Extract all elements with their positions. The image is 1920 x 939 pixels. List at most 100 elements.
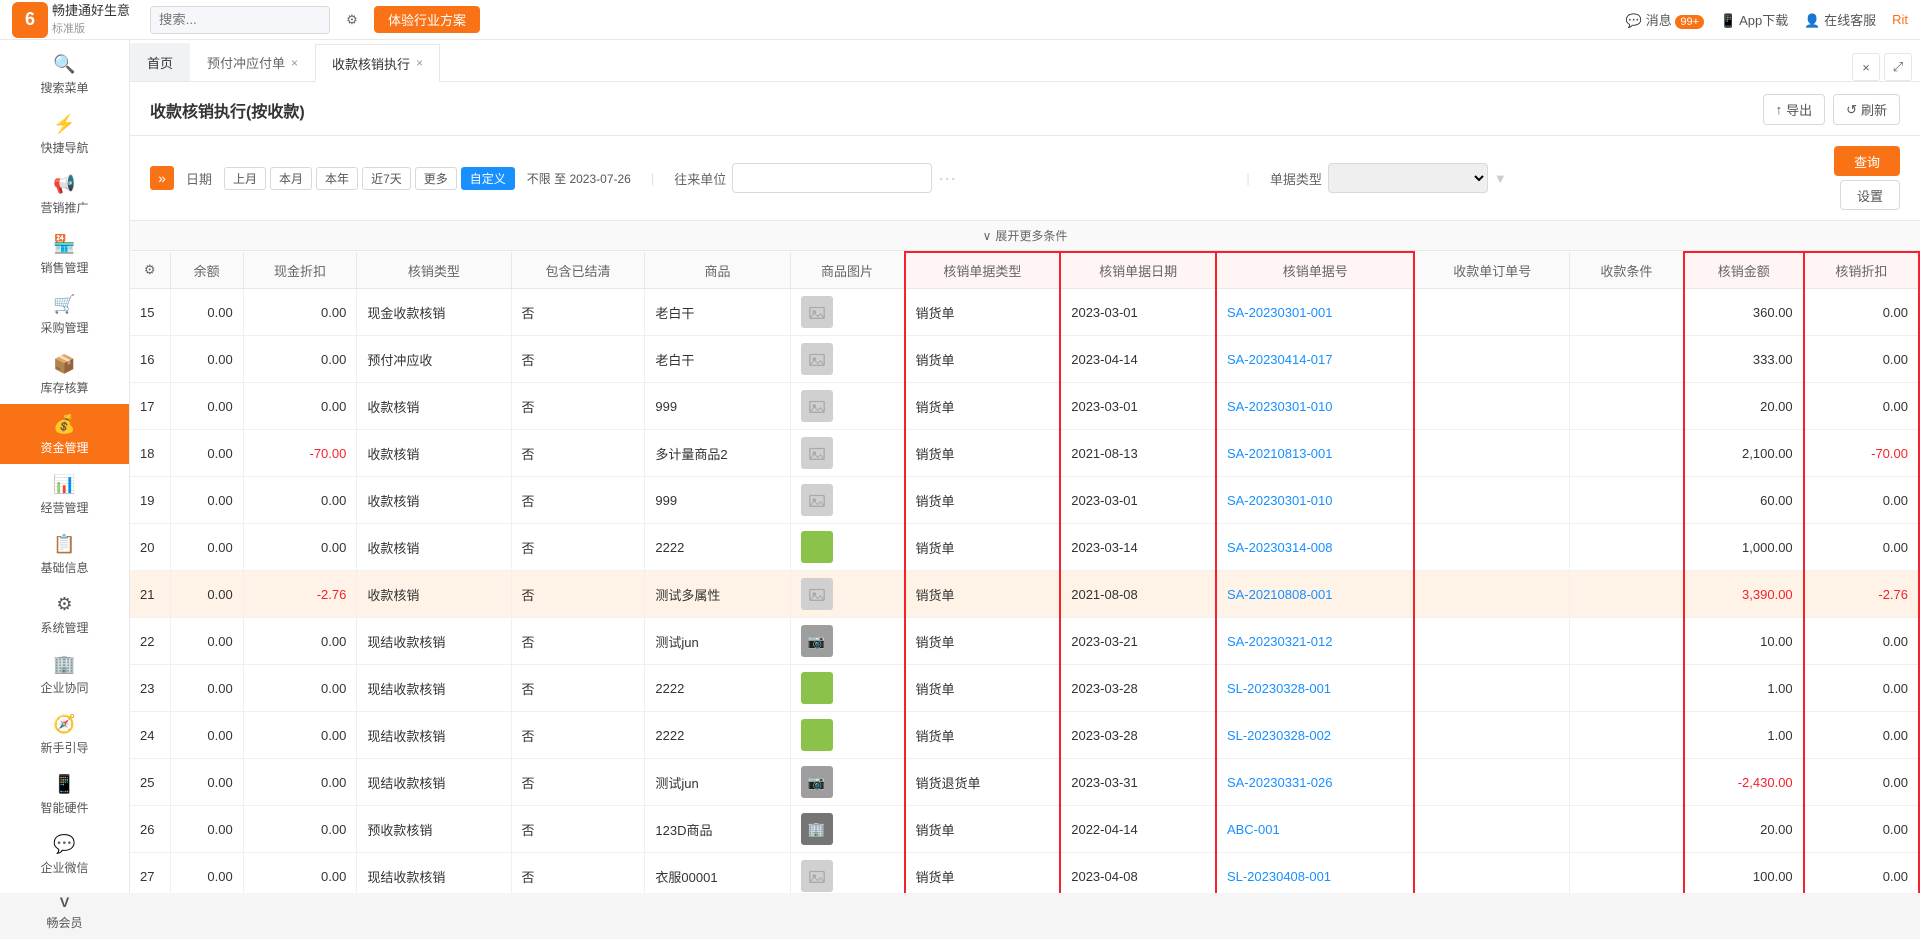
verify-bill-no-cell[interactable]: SA-20230414-017	[1216, 336, 1415, 383]
unit-filter-input[interactable]	[732, 163, 932, 193]
cash-discount-cell: 0.00	[243, 618, 357, 665]
sidebar-item-marketing[interactable]: 📢 营销推广	[0, 164, 129, 224]
query-button[interactable]: 查询	[1834, 146, 1900, 176]
bill-no-link[interactable]: SA-20230321-012	[1227, 634, 1333, 649]
sidebar-item-business[interactable]: 📊 经营管理	[0, 464, 129, 524]
tab-home[interactable]: 首页	[130, 43, 190, 81]
verify-bill-no-cell[interactable]: SA-20210813-001	[1216, 430, 1415, 477]
expand-conditions-btn[interactable]: ∨ 展开更多条件	[983, 227, 1068, 244]
row-number: 18	[130, 430, 170, 477]
wechat-icon: 💬	[53, 834, 75, 855]
product-image-cell	[790, 853, 904, 894]
balance-cell: 0.00	[170, 571, 243, 618]
bill-no-link[interactable]: SA-20210808-001	[1227, 587, 1333, 602]
product-image-cell	[790, 524, 904, 571]
table-row: 180.00-70.00收款核销否多计量商品2销货单2021-08-13SA-2…	[130, 430, 1919, 477]
date-btn-7days[interactable]: 近7天	[362, 167, 411, 190]
sidebar-item-finance[interactable]: 💰 资金管理	[0, 404, 129, 464]
bill-no-link[interactable]: SA-20210813-001	[1227, 446, 1333, 461]
page-content: 收款核销执行(按收款) ↑ 导出 ↺ 刷新 » 日期 上月	[130, 82, 1920, 893]
receipt-order-no-cell	[1414, 289, 1569, 336]
tab-expand-btn[interactable]: ⤢	[1884, 53, 1912, 81]
bill-no-link[interactable]: SA-20230314-008	[1227, 540, 1333, 555]
top-search-input[interactable]	[150, 6, 330, 34]
bill-no-link[interactable]: SL-20230328-001	[1227, 681, 1331, 696]
online-service-link[interactable]: 👤 在线客服	[1804, 10, 1876, 29]
type-filter-select[interactable]	[1328, 163, 1488, 193]
verify-amount-cell: -2,430.00	[1684, 759, 1804, 806]
sidebar-item-corp[interactable]: 🏢 企业协同	[0, 644, 129, 704]
sidebar-item-wechat[interactable]: 💬 企业微信	[0, 824, 129, 884]
date-btn-this-month[interactable]: 本月	[270, 167, 312, 190]
filter-area: » 日期 上月 本月 本年 近7天 更多 自定义 不限 至 2023-07-26…	[130, 136, 1920, 221]
sidebar-item-basic[interactable]: 📋 基础信息	[0, 524, 129, 584]
date-btn-last-month[interactable]: 上月	[224, 167, 266, 190]
export-icon: ↑	[1776, 102, 1783, 117]
bill-no-link[interactable]: SA-20230301-010	[1227, 399, 1333, 414]
bill-no-link[interactable]: SL-20230408-001	[1227, 869, 1331, 884]
sidebar-label-quick: 快捷导航	[40, 139, 88, 156]
verify-bill-no-cell[interactable]: SA-20230301-001	[1216, 289, 1415, 336]
sidebar-item-hardware[interactable]: 📱 智能硬件	[0, 764, 129, 824]
tab-prepay-close[interactable]: ×	[291, 56, 298, 70]
sidebar-item-purchase[interactable]: 🛒 采购管理	[0, 284, 129, 344]
basic-icon: 📋	[53, 534, 75, 555]
verify-discount-cell: 0.00	[1804, 712, 1919, 759]
sidebar-item-guide[interactable]: 🧭 新手引导	[0, 704, 129, 764]
verify-bill-type-cell: 销货单	[905, 383, 1061, 430]
col-settings[interactable]: ⚙	[130, 252, 170, 289]
verify-bill-no-cell[interactable]: SA-20210808-001	[1216, 571, 1415, 618]
refresh-button[interactable]: ↺ 刷新	[1833, 94, 1900, 125]
receipt-condition-cell	[1569, 759, 1683, 806]
product-image-cell: 📷	[790, 759, 904, 806]
verify-bill-no-cell[interactable]: SA-20230301-010	[1216, 477, 1415, 524]
date-btn-custom[interactable]: 自定义	[461, 167, 515, 190]
verify-bill-no-cell[interactable]: SL-20230408-001	[1216, 853, 1415, 894]
sidebar-item-search[interactable]: 🔍 搜索菜单	[0, 44, 129, 104]
unit-filter-dots[interactable]: ···	[938, 168, 956, 189]
included-cell: 否	[511, 853, 645, 894]
verify-bill-no-cell[interactable]: SA-20230331-026	[1216, 759, 1415, 806]
tab-prepay[interactable]: 预付冲应付单 ×	[190, 43, 315, 81]
message-icon[interactable]: 💬 消息 99+	[1626, 10, 1704, 29]
balance-cell: 0.00	[170, 853, 243, 894]
product-image-cell	[790, 289, 904, 336]
verify-bill-no-cell[interactable]: SL-20230328-002	[1216, 712, 1415, 759]
settings-gear-icon[interactable]: ⚙	[338, 6, 366, 34]
table-settings-button[interactable]: 设置	[1840, 180, 1900, 210]
sidebar-item-system[interactable]: ⚙ 系统管理	[0, 584, 129, 644]
bill-no-link[interactable]: SA-20230414-017	[1227, 352, 1333, 367]
verify-bill-no-cell[interactable]: SA-20230314-008	[1216, 524, 1415, 571]
sidebar-item-quick[interactable]: ⚡ 快捷导航	[0, 104, 129, 164]
date-btn-more[interactable]: 更多	[415, 167, 457, 190]
filter-toggle-btn[interactable]: »	[150, 166, 174, 190]
bill-no-link[interactable]: SA-20230301-010	[1227, 493, 1333, 508]
tab-collection-close[interactable]: ×	[416, 56, 423, 70]
verify-bill-no-cell[interactable]: SL-20230328-001	[1216, 665, 1415, 712]
bill-no-link[interactable]: SA-20230331-026	[1227, 775, 1333, 790]
sidebar-item-sales[interactable]: 🏪 销售管理	[0, 224, 129, 284]
verify-bill-date-cell: 2022-04-14	[1060, 806, 1216, 853]
included-cell: 否	[511, 383, 645, 430]
app-download-link[interactable]: 📱 App下载	[1720, 10, 1788, 29]
table-row: 250.000.00现结收款核销否测试jun📷销货退货单2023-03-31SA…	[130, 759, 1919, 806]
export-button[interactable]: ↑ 导出	[1763, 94, 1826, 125]
col-verify-bill-type: 核销单据类型	[905, 252, 1061, 289]
user-name[interactable]: Rit	[1892, 12, 1908, 27]
tab-close-btn[interactable]: ×	[1852, 53, 1880, 81]
tab-actions: × ⤢	[1852, 53, 1920, 81]
sidebar-item-inventory[interactable]: 📦 库存核算	[0, 344, 129, 404]
tab-collection[interactable]: 收款核销执行 ×	[315, 44, 440, 82]
solution-button[interactable]: 体验行业方案	[374, 6, 480, 33]
date-btn-this-year[interactable]: 本年	[316, 167, 358, 190]
verify-bill-no-cell[interactable]: SA-20230321-012	[1216, 618, 1415, 665]
bill-no-link[interactable]: ABC-001	[1227, 822, 1280, 837]
sidebar-label-hardware: 智能硬件	[40, 799, 88, 816]
bill-no-link[interactable]: SL-20230328-002	[1227, 728, 1331, 743]
receipt-condition-cell	[1569, 712, 1683, 759]
sidebar-item-member[interactable]: V 畅会员	[0, 884, 129, 939]
verify-amount-cell: 60.00	[1684, 477, 1804, 524]
verify-bill-no-cell[interactable]: SA-20230301-010	[1216, 383, 1415, 430]
verify-bill-no-cell[interactable]: ABC-001	[1216, 806, 1415, 853]
bill-no-link[interactable]: SA-20230301-001	[1227, 305, 1333, 320]
